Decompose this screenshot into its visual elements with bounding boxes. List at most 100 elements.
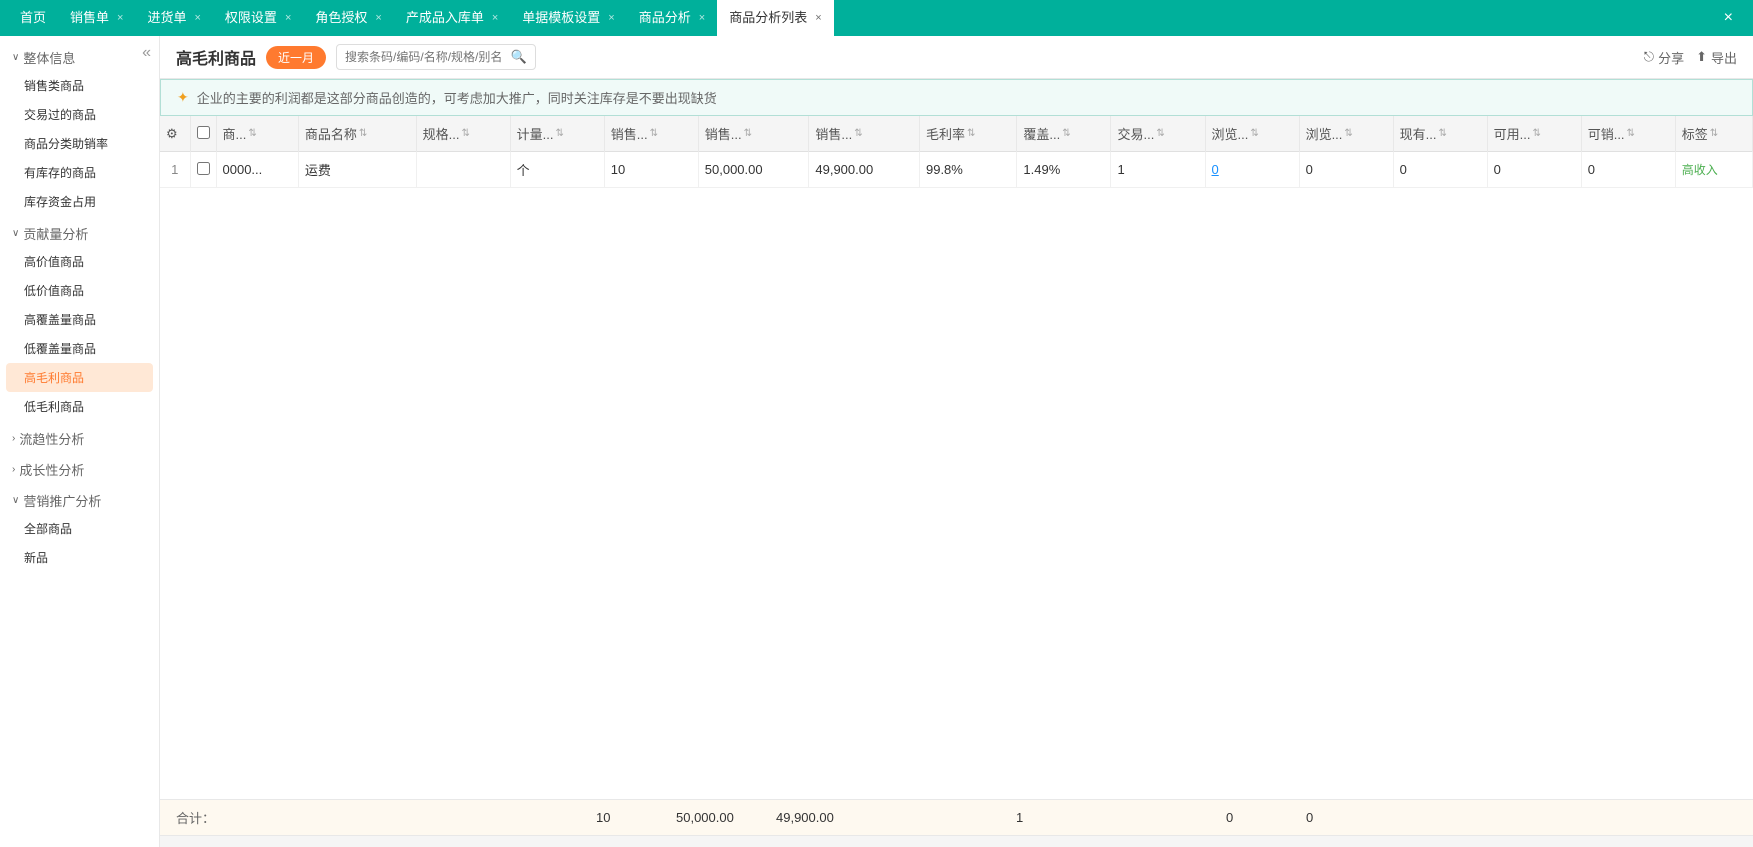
cell-unit: 个 <box>510 152 604 188</box>
col-header-tradeCount[interactable]: 交易...⇅ <box>1111 116 1205 152</box>
col-header-name[interactable]: 商品名称⇅ <box>298 116 416 152</box>
sidebar-group-arrow: ∨ <box>12 495 19 506</box>
sidebar-group-arrow: ∨ <box>12 52 19 63</box>
sidebar-group-label[interactable]: ›流趋性分析 <box>0 421 159 452</box>
col-header-available[interactable]: 可用...⇅ <box>1487 116 1581 152</box>
nav-close-icon[interactable]: × <box>285 0 291 36</box>
col-header-spec[interactable]: 规格...⇅ <box>416 116 510 152</box>
sidebar-group-label[interactable]: ∨贡献量分析 <box>0 216 159 247</box>
row-checkbox[interactable] <box>197 162 210 175</box>
table-wrapper[interactable]: ⚙商...⇅商品名称⇅规格...⇅计量...⇅销售...⇅销售...⇅销售...… <box>160 116 1753 799</box>
sidebar-group-arrow: › <box>12 464 15 475</box>
search-input[interactable] <box>345 50 505 64</box>
nav-item-权限设置[interactable]: 权限设置× <box>213 0 303 36</box>
footer-trade-count: 1 <box>1016 810 1086 825</box>
content-header: 高毛利商品 近一月 🔍 ⎋ 分享 ⬆ 导出 <box>160 36 1753 79</box>
share-button[interactable]: ⎋ 分享 <box>1644 48 1684 67</box>
col-header-current[interactable]: 现有...⇅ <box>1393 116 1487 152</box>
select-all-checkbox[interactable] <box>197 126 210 139</box>
nav-close-icon[interactable]: × <box>375 0 381 36</box>
window-close-button[interactable]: × <box>1712 9 1745 27</box>
col-header-unit[interactable]: 计量...⇅ <box>510 116 604 152</box>
sidebar-item[interactable]: 低毛利商品 <box>0 392 159 421</box>
sidebar-group-name: 流趋性分析 <box>19 429 84 448</box>
sidebar-item[interactable]: 商品分类助销率 <box>0 129 159 158</box>
nav-item-商品分析列表[interactable]: 商品分析列表× <box>717 0 833 36</box>
cell-code: 0000... <box>216 152 298 188</box>
col-header-tag[interactable]: 标签⇅ <box>1675 116 1752 152</box>
sidebar-item[interactable]: 库存资金占用 <box>0 187 159 216</box>
nav-item-角色授权[interactable]: 角色授权× <box>303 0 393 36</box>
cell-spec <box>416 152 510 188</box>
top-navigation: 首页销售单×进货单×权限设置×角色授权×产成品入库单×单据模板设置×商品分析×商… <box>0 0 1753 36</box>
sidebar-group-name: 营销推广分析 <box>23 491 101 510</box>
info-tip: ✦ 企业的主要的利润都是这部分商品创造的，可考虑加大推广，同时关注库存是不要出现… <box>160 79 1753 116</box>
cell-tradeCount: 1 <box>1111 152 1205 188</box>
footer-available: 0 <box>1306 810 1386 825</box>
col-header-saleProfit[interactable]: 销售...⇅ <box>809 116 920 152</box>
col-header-settings[interactable]: ⚙ <box>160 116 190 152</box>
nav-item-首页[interactable]: 首页 <box>8 0 58 36</box>
cell-link[interactable]: 0 <box>1212 162 1219 177</box>
sidebar-group-name: 整体信息 <box>23 48 75 67</box>
col-header-view1[interactable]: 浏览...⇅ <box>1205 116 1299 152</box>
table-body: 10000...运费个1050,000.0049,900.0099.8%1.49… <box>160 152 1753 188</box>
nav-close-icon[interactable]: × <box>608 0 614 36</box>
sidebar-item[interactable]: 低价值商品 <box>0 276 159 305</box>
sidebar-item[interactable]: 新品 <box>0 543 159 572</box>
col-header-sellable[interactable]: 可销...⇅ <box>1581 116 1675 152</box>
col-header-checkbox[interactable] <box>190 116 216 152</box>
sidebar-item[interactable]: 高覆盖量商品 <box>0 305 159 334</box>
footer-label: 合计： <box>176 808 236 827</box>
col-header-grossMargin[interactable]: 毛利率⇅ <box>919 116 1016 152</box>
sidebar-item[interactable]: 有库存的商品 <box>0 158 159 187</box>
footer-sale-qty: 10 <box>596 810 676 825</box>
search-icon[interactable]: 🔍 <box>511 49 527 65</box>
col-header-view2[interactable]: 浏览...⇅ <box>1299 116 1393 152</box>
cell-checkbox <box>190 152 216 188</box>
sort-icon: ⇅ <box>744 128 752 139</box>
nav-close-icon[interactable]: × <box>117 0 123 36</box>
nav-close-icon[interactable]: × <box>699 0 705 36</box>
nav-item-单据模板设置[interactable]: 单据模板设置× <box>510 0 626 36</box>
nav-item-商品分析[interactable]: 商品分析× <box>627 0 717 36</box>
nav-close-icon[interactable]: × <box>815 0 821 36</box>
horizontal-scrollbar[interactable] <box>160 835 1753 847</box>
sidebar-group: ∨ 营销推广分析全部商品新品 <box>0 483 159 572</box>
sort-icon: ⇅ <box>1250 128 1258 139</box>
cell-available: 0 <box>1487 152 1581 188</box>
sidebar-item[interactable]: 高价值商品 <box>0 247 159 276</box>
sidebar-item[interactable]: 全部商品 <box>0 514 159 543</box>
nav-close-icon[interactable]: × <box>492 0 498 36</box>
search-box: 🔍 <box>336 44 536 70</box>
sidebar-group-label[interactable]: ∨ 整体信息 <box>0 40 159 71</box>
sidebar-collapse-button[interactable]: « <box>142 44 151 62</box>
sidebar-item[interactable]: 高毛利商品 <box>6 363 153 392</box>
sort-icon: ⇅ <box>248 128 256 139</box>
cell-coverage: 1.49% <box>1017 152 1111 188</box>
col-header-coverage[interactable]: 覆盖...⇅ <box>1017 116 1111 152</box>
main-layout: « ∨ 整体信息销售类商品交易过的商品商品分类助销率有库存的商品库存资金占用∨贡献… <box>0 36 1753 847</box>
col-header-code[interactable]: 商...⇅ <box>216 116 298 152</box>
sidebar-item[interactable]: 低覆盖量商品 <box>0 334 159 363</box>
col-header-saleAmount[interactable]: 销售...⇅ <box>698 116 809 152</box>
sidebar-group-label[interactable]: ›成长性分析 <box>0 452 159 483</box>
sidebar-item[interactable]: 销售类商品 <box>0 71 159 100</box>
sort-icon: ⇅ <box>1438 128 1446 139</box>
nav-item-进货单[interactable]: 进货单× <box>135 0 212 36</box>
table-footer: 合计： 10 50,000.00 49,900.00 1 0 0 <box>160 799 1753 835</box>
filter-recent-month-button[interactable]: 近一月 <box>266 46 326 69</box>
export-button[interactable]: ⬆ 导出 <box>1696 48 1737 67</box>
nav-item-销售单[interactable]: 销售单× <box>58 0 135 36</box>
footer-cells: 10 50,000.00 49,900.00 1 0 0 <box>236 810 1737 825</box>
sidebar-group-label[interactable]: ∨ 营销推广分析 <box>0 483 159 514</box>
col-header-saleQty[interactable]: 销售...⇅ <box>604 116 698 152</box>
sort-icon: ⇅ <box>1627 128 1635 139</box>
share-icon: ⎋ <box>1644 49 1654 65</box>
settings-icon[interactable]: ⚙ <box>166 126 178 141</box>
nav-item-产成品入库单[interactable]: 产成品入库单× <box>394 0 510 36</box>
nav-close-icon[interactable]: × <box>194 0 200 36</box>
sidebar-item[interactable]: 交易过的商品 <box>0 100 159 129</box>
sort-icon: ⇅ <box>650 128 658 139</box>
cell-view1: 0 <box>1205 152 1299 188</box>
